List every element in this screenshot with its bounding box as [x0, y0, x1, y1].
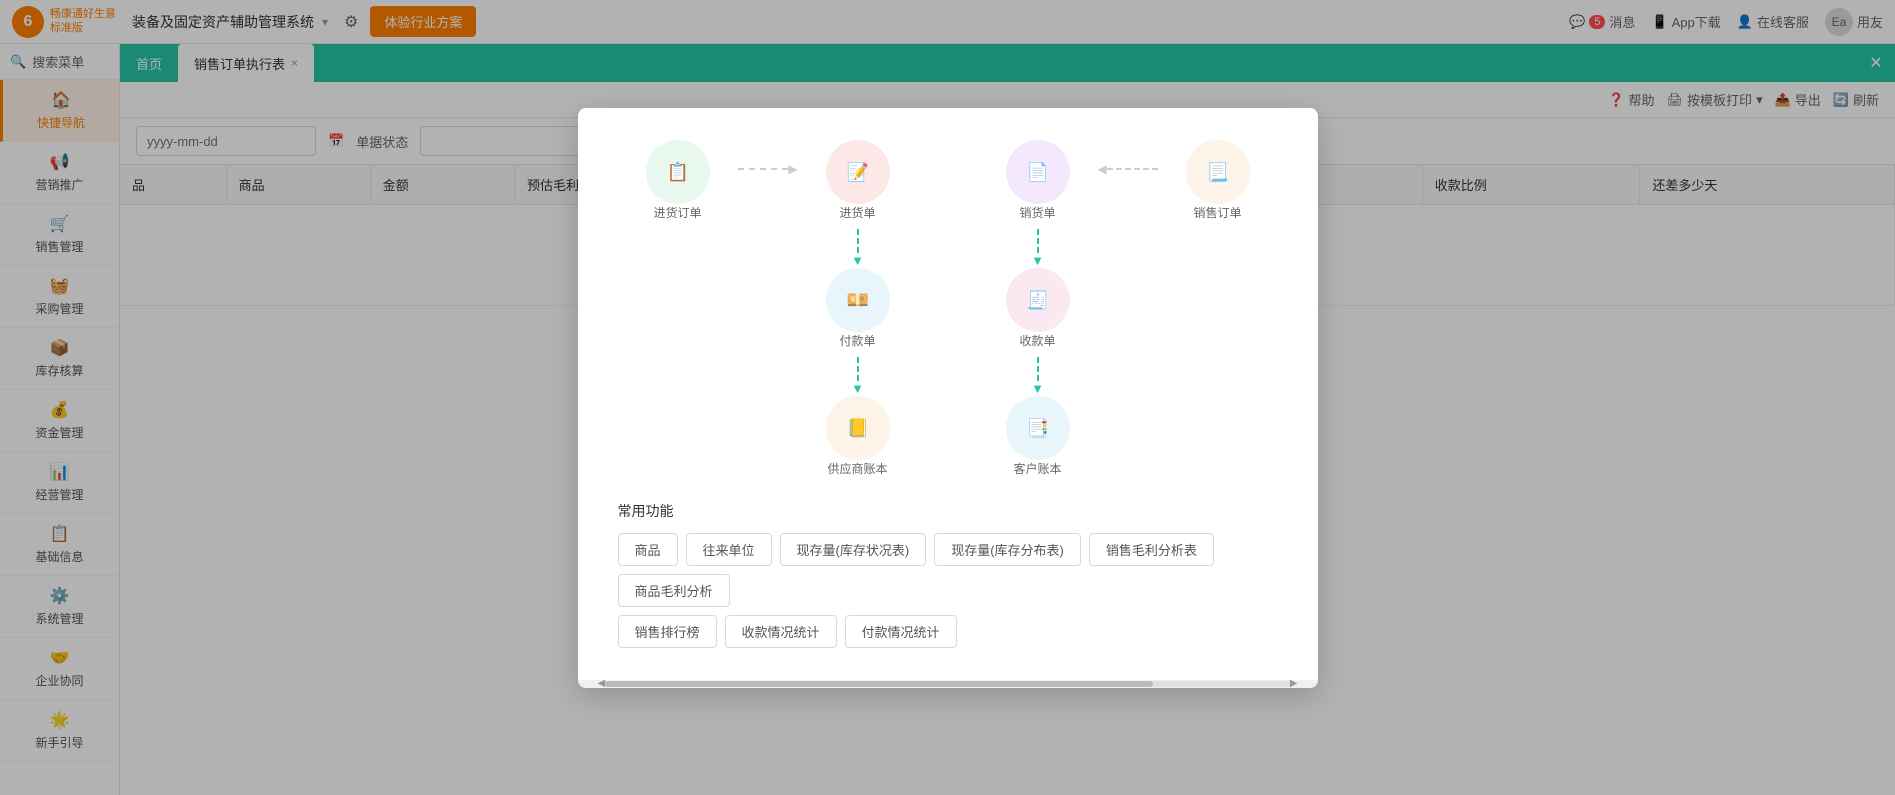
node-payment-bill: 💴 付款单	[798, 268, 918, 349]
common-btns-row2: 销售排行榜收款情况统计付款情况统计	[618, 615, 1278, 648]
node-sales-order: 📃 销售订单	[1158, 140, 1278, 221]
svg-text:📒: 📒	[846, 418, 868, 438]
sales-order-label: 销售订单	[1193, 204, 1241, 221]
svg-text:💴: 💴	[846, 290, 868, 310]
svg-text:📝: 📝	[846, 161, 868, 182]
common-btn-现存量(库存分布表)[interactable]: 现存量(库存分布表)	[934, 533, 1081, 566]
common-btn-付款情况统计[interactable]: 付款情况统计	[845, 615, 957, 648]
common-btn-往来单位[interactable]: 往来单位	[686, 533, 772, 566]
common-btn-收款情况统计[interactable]: 收款情况统计	[725, 615, 837, 648]
scroll-left-icon[interactable]: ◀	[598, 678, 606, 688]
common-functions-section: 常用功能 商品往来单位现存量(库存状况表)现存量(库存分布表)销售毛利分析表商品…	[618, 501, 1278, 648]
modal: 📋 进货订单 ▶ 📝 进货单	[578, 108, 1318, 688]
supplier-ledger-label: 供应商账本	[827, 460, 887, 477]
modal-scrollbar: ◀ ▶	[578, 680, 1318, 688]
svg-text:🧾: 🧾	[1026, 289, 1048, 310]
scroll-right-icon[interactable]: ▶	[1290, 678, 1298, 688]
svg-text:📄: 📄	[1026, 161, 1048, 182]
svg-text:📃: 📃	[1206, 161, 1228, 182]
modal-overlay[interactable]: 📋 进货订单 ▶ 📝 进货单	[0, 0, 1895, 795]
scrollbar-thumb[interactable]	[605, 681, 1153, 687]
common-btns-row1: 商品往来单位现存量(库存状况表)现存量(库存分布表)销售毛利分析表商品毛利分析	[618, 533, 1278, 607]
svg-text:📋: 📋	[666, 161, 688, 182]
customer-ledger-label: 客户账本	[1013, 460, 1061, 477]
node-receipt-bill: 🧾 收款单	[978, 268, 1098, 349]
common-btn-销售毛利分析表[interactable]: 销售毛利分析表	[1089, 533, 1214, 566]
sales-bill-label: 销货单	[1019, 204, 1055, 221]
purchase-order-label: 进货订单	[653, 204, 701, 221]
common-btn-销售排行榜[interactable]: 销售排行榜	[618, 615, 717, 648]
purchase-bill-label: 进货单	[839, 204, 875, 221]
node-supplier-ledger: 📒 供应商账本	[798, 396, 918, 477]
payment-bill-label: 付款单	[839, 332, 875, 349]
scrollbar-track[interactable]	[605, 681, 1290, 687]
node-customer-ledger: 📑 客户账本	[978, 396, 1098, 477]
node-purchase-bill: 📝 进货单	[798, 140, 918, 221]
modal-body: 📋 进货订单 ▶ 📝 进货单	[578, 108, 1318, 680]
purchase-order-icon: 📋	[646, 140, 710, 204]
common-btn-现存量(库存状况表)[interactable]: 现存量(库存状况表)	[780, 533, 927, 566]
svg-text:📑: 📑	[1026, 417, 1048, 438]
common-btn-商品毛利分析[interactable]: 商品毛利分析	[618, 574, 730, 607]
receipt-bill-label: 收款单	[1019, 332, 1055, 349]
common-btn-商品[interactable]: 商品	[618, 533, 678, 566]
common-functions-title: 常用功能	[618, 501, 1278, 521]
node-sales-bill: 📄 销货单	[978, 140, 1098, 221]
node-purchase-order: 📋 进货订单	[618, 140, 738, 221]
flow-diagram: 📋 进货订单 ▶ 📝 进货单	[618, 140, 1278, 493]
